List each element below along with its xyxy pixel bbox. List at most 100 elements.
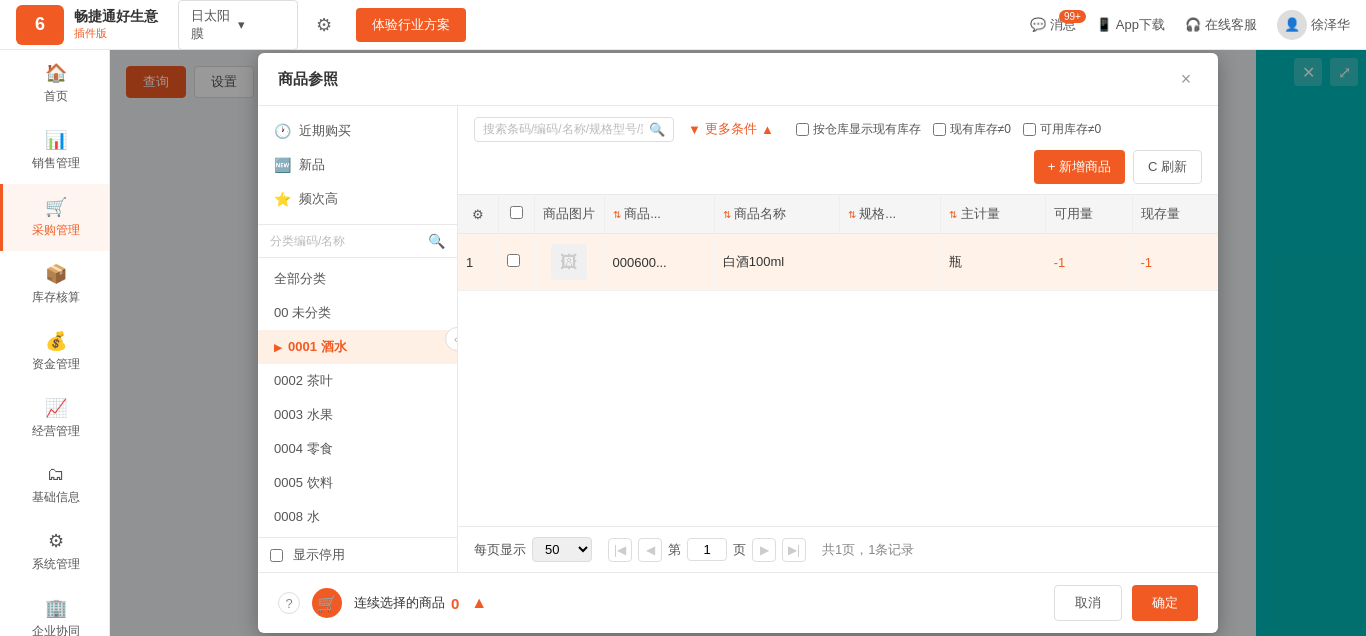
available-filter-label[interactable]: 现有库存≠0 <box>933 121 1011 138</box>
usable-filter-checkbox[interactable] <box>1023 123 1036 136</box>
category-00-label: 00 未分类 <box>274 304 331 322</box>
right-panel: 🔍 ▼ 更多条件 ▲ 按仓库显示现有库存 <box>458 106 1218 572</box>
row-checkbox[interactable] <box>498 234 534 291</box>
add-product-button[interactable]: + 新增商品 <box>1034 150 1125 184</box>
category-0003[interactable]: 0003 水果 <box>258 398 457 432</box>
new-icon: 🆕 <box>274 157 291 173</box>
sidebar-item-inventory[interactable]: 📦 库存核算 <box>0 251 109 318</box>
prev-page-button[interactable]: ◀ <box>638 538 662 562</box>
online-service-item[interactable]: 🎧 在线客服 <box>1185 16 1257 34</box>
last-page-button[interactable]: ▶| <box>782 538 806 562</box>
sidebar-item-enterprise[interactable]: 🏢 企业协同 <box>0 585 109 636</box>
category-0001[interactable]: ▶ 0001 酒水 <box>258 330 457 364</box>
category-0004-label: 0004 零食 <box>274 440 333 458</box>
messages-item[interactable]: 💬 消息 99+ <box>1030 16 1076 34</box>
next-page-button[interactable]: ▶ <box>752 538 776 562</box>
sidebar-item-operations[interactable]: 📈 经营管理 <box>0 385 109 452</box>
headset-icon: 🎧 <box>1185 17 1201 32</box>
th-name[interactable]: ⇅ 商品名称 <box>714 195 839 234</box>
sidebar-item-purchase[interactable]: 🛒 采购管理 <box>0 184 109 251</box>
category-0002[interactable]: 0002 茶叶 <box>258 364 457 398</box>
online-service-label: 在线客服 <box>1205 16 1257 34</box>
refresh-button[interactable]: C 刷新 <box>1133 150 1202 184</box>
enterprise-icon: 🏢 <box>45 597 67 619</box>
category-all[interactable]: 全部分类 <box>258 262 457 296</box>
page-number-input[interactable] <box>687 538 727 561</box>
row-select-checkbox[interactable] <box>507 254 520 267</box>
th-unit[interactable]: ⇅ 主计量 <box>941 195 1046 234</box>
category-0008[interactable]: 0008 水 <box>258 500 457 534</box>
user-item[interactable]: 👤 徐泽华 <box>1277 10 1350 40</box>
display-inactive-checkbox[interactable] <box>270 549 283 562</box>
th-code[interactable]: ⇅ 商品... <box>604 195 714 234</box>
experience-btn[interactable]: 体验行业方案 <box>356 8 466 42</box>
th-spec[interactable]: ⇅ 规格... <box>839 195 940 234</box>
th-settings[interactable]: ⚙ <box>458 195 498 234</box>
category-0005[interactable]: 0005 饮料 <box>258 466 457 500</box>
toolbar: 🔍 ▼ 更多条件 ▲ 按仓库显示现有库存 <box>458 106 1218 195</box>
tab-frequent-label: 频次高 <box>299 190 338 208</box>
main-layout: 🏠 首页 📊 销售管理 🛒 采购管理 📦 库存核算 💰 资金管理 📈 经营管理 … <box>0 50 1366 636</box>
tab-recent-purchase[interactable]: 🕐 近期购买 <box>258 114 457 148</box>
tab-new-items[interactable]: 🆕 新品 <box>258 148 457 182</box>
store-dropdown[interactable]: 日太阳膜 ▾ <box>178 0 298 50</box>
home-icon: 🏠 <box>45 62 67 84</box>
row-code: 000600... <box>604 234 714 291</box>
sidebar-label-sales: 销售管理 <box>32 155 80 172</box>
filter-chevron-icon: ▲ <box>761 122 774 137</box>
sort-icon: ⇅ <box>613 209 621 220</box>
product-search-input[interactable] <box>483 122 643 136</box>
row-available: -1 <box>1045 234 1132 291</box>
row-spec <box>839 234 940 291</box>
sidebar-item-system[interactable]: ⚙ 系统管理 <box>0 518 109 585</box>
filter-button[interactable]: ▼ 更多条件 ▲ <box>682 116 780 142</box>
filter-icon: ▼ <box>688 122 701 137</box>
settings-icon[interactable]: ⚙ <box>308 9 340 41</box>
category-search-icon[interactable]: 🔍 <box>428 233 445 249</box>
sidebar-item-finance[interactable]: 💰 资金管理 <box>0 318 109 385</box>
modal-title: 商品参照 <box>278 70 338 89</box>
sidebar-item-home[interactable]: 🏠 首页 <box>0 50 109 117</box>
category-search: 🔍 <box>258 225 457 258</box>
warehouse-filter-checkbox[interactable] <box>796 123 809 136</box>
sidebar-label-purchase: 采购管理 <box>32 222 80 239</box>
page-size-dropdown[interactable]: 50 100 200 <box>532 537 592 562</box>
page-size-select: 每页显示 50 100 200 <box>474 537 592 562</box>
product-image-placeholder: 🖼 <box>551 244 587 280</box>
confirm-button[interactable]: 确定 <box>1132 585 1198 621</box>
filter-checkboxes: 按仓库显示现有库存 现有库存≠0 可用库存≠0 <box>796 121 1102 138</box>
category-search-input[interactable] <box>270 234 422 248</box>
cancel-button[interactable]: 取消 <box>1054 585 1122 621</box>
category-00[interactable]: 00 未分类 <box>258 296 457 330</box>
row-stock: -1 <box>1132 234 1218 291</box>
help-button[interactable]: ? <box>278 592 300 614</box>
app-download-item[interactable]: 📱 App下载 <box>1096 16 1165 34</box>
filter-label: 更多条件 <box>705 120 757 138</box>
category-0001-label: 0001 酒水 <box>288 338 347 356</box>
sidebar-item-sales[interactable]: 📊 销售管理 <box>0 117 109 184</box>
inventory-icon: 📦 <box>45 263 67 285</box>
category-0003-label: 0003 水果 <box>274 406 333 424</box>
first-page-button[interactable]: |◀ <box>608 538 632 562</box>
usable-filter-label[interactable]: 可用库存≠0 <box>1023 121 1101 138</box>
search-icon[interactable]: 🔍 <box>649 122 665 137</box>
product-table-wrap: ⚙ 商品图片 ⇅ <box>458 195 1218 526</box>
footer-collapse-button[interactable]: ▲ <box>471 594 487 612</box>
category-0004[interactable]: 0004 零食 <box>258 432 457 466</box>
warehouse-filter-label[interactable]: 按仓库显示现有库存 <box>796 121 921 138</box>
select-all-checkbox[interactable] <box>510 206 523 219</box>
modal-body: 🕐 近期购买 🆕 新品 ⭐ 频次高 <box>258 106 1218 572</box>
tab-frequent[interactable]: ⭐ 频次高 <box>258 182 457 216</box>
available-filter-checkbox[interactable] <box>933 123 946 136</box>
th-available: 可用量 <box>1045 195 1132 234</box>
modal-close-button[interactable]: × <box>1174 67 1198 91</box>
page-total-label: 共1页，1条记录 <box>822 541 914 559</box>
table-row[interactable]: 1 🖼 000600... 白酒100ml <box>458 234 1218 291</box>
sidebar-item-basic[interactable]: 🗂 基础信息 <box>0 452 109 518</box>
cart-button[interactable]: 🛒 <box>312 588 342 618</box>
basic-icon: 🗂 <box>47 464 65 485</box>
avatar: 👤 <box>1277 10 1307 40</box>
row-unit: 瓶 <box>941 234 1046 291</box>
page-nav: |◀ ◀ 第 页 ▶ ▶| <box>608 538 806 562</box>
toolbar-right: + 新增商品 C 刷新 <box>1034 150 1202 184</box>
